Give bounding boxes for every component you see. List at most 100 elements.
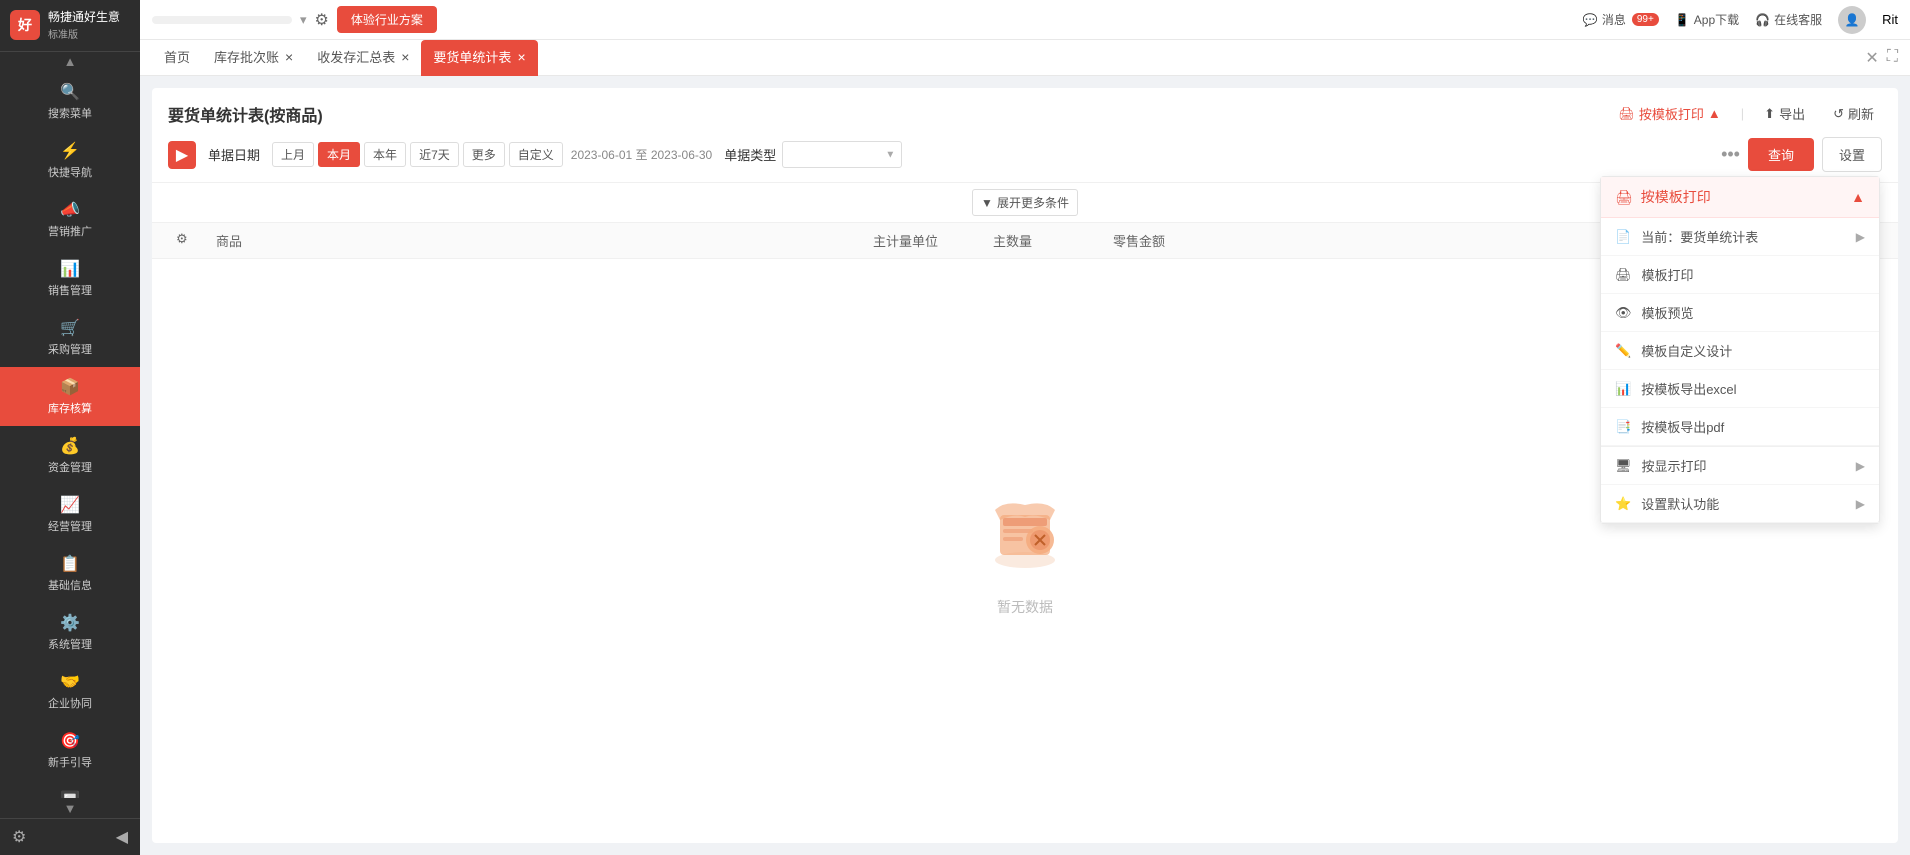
dropdown-item-set-default[interactable]: ⭐ 设置默认功能 ▶ [1601,485,1879,523]
app-logo: 好 畅捷通好生意 标准版 [0,0,140,52]
filter-right-area: ••• 查询 设置 [1721,137,1882,172]
sidebar-item-marketing[interactable]: 📣 营销推广 [0,190,140,249]
online-service-link[interactable]: 🎧 在线客服 [1755,11,1822,28]
date-btn-this-month[interactable]: 本月 [318,142,360,167]
expand-conditions-button[interactable]: ▼ 展开更多条件 [972,189,1078,216]
topbar-settings-icon[interactable]: ⚙ [315,10,329,30]
card-header-actions: 🖨 按模板打印 ▲ | ⬆ 导出 ↺ 刷新 [1610,100,1882,127]
date-btn-custom[interactable]: 自定义 [509,142,563,167]
sidebar-item-inventory[interactable]: 📦 库存核算 [0,367,140,426]
sidebar-item-sales-label: 销售管理 [48,282,92,298]
industry-solution-button[interactable]: 体验行业方案 [337,6,437,33]
apps-icon: 🔲 [60,790,80,798]
sidebar-item-search[interactable]: 🔍 搜索菜单 [0,72,140,131]
sidebar-item-system[interactable]: ⚙️ 系统管理 [0,603,140,662]
dropdown-item-display-print[interactable]: 🖥 按显示打印 ▶ [1601,447,1879,485]
topbar-search-box[interactable] [152,16,292,24]
settings-button[interactable]: 设置 [1822,137,1882,172]
online-service-label: 在线客服 [1774,11,1822,28]
tab-order-stats-close[interactable]: × [517,50,525,64]
dropdown-item-template-excel[interactable]: 📊 按模板导出excel [1601,370,1879,408]
user-avatar[interactable]: 👤 [1838,6,1866,34]
tab-right-icons: ✕ ⛶ [1865,48,1898,68]
template-pdf-icon: 📑 [1615,419,1631,435]
date-btn-this-year[interactable]: 本年 [364,142,406,167]
sidebar-toggle-icon[interactable]: ◀ [116,827,128,847]
template-preview-icon: 👁 [1615,305,1632,321]
template-custom-icon: ✏️ [1615,343,1631,359]
type-select[interactable]: ▼ [782,141,902,168]
date-filter-group: 上月 本月 本年 近7天 更多 自定义 2023-06-01 至 2023-06… [272,142,712,167]
sidebar-item-finance[interactable]: 💰 资金管理 [0,426,140,485]
user-name: Rit [1882,12,1898,27]
sidebar-item-quick-label: 快捷导航 [48,164,92,180]
system-icon: ⚙️ [60,613,80,633]
export-button[interactable]: ⬆ 导出 [1756,100,1813,127]
dropdown-close-icon[interactable]: ▲ [1851,189,1865,205]
dropdown-item-template-custom[interactable]: ✏️ 模板自定义设计 [1601,332,1879,370]
current-template-icon: 📄 [1615,229,1631,245]
date-label: 单据日期 [208,145,260,164]
refresh-button[interactable]: ↺ 刷新 [1825,100,1882,127]
filter-expand-button[interactable]: ▶ [168,141,196,169]
tab-receivable-summary-close[interactable]: × [401,50,409,64]
sidebar-item-purchase[interactable]: 🛒 采购管理 [0,308,140,367]
sidebar-item-inventory-label: 库存核算 [48,400,92,416]
tab-inventory-batch[interactable]: 库存批次账 × [202,40,305,76]
sidebar-scroll-up[interactable]: ▲ [0,52,140,72]
sidebar-item-sales[interactable]: 📊 销售管理 [0,249,140,308]
dropdown-item-template-print[interactable]: 🖨 模板打印 [1601,256,1879,294]
dropdown-current-left: 📄 当前：要货单统计表 [1615,227,1758,246]
dropdown-current-template[interactable]: 📄 当前：要货单统计表 ▶ [1601,218,1879,256]
sidebar-item-newbie[interactable]: 🎯 新手引导 [0,721,140,780]
col-product: 商品 [208,231,865,250]
sidebar-item-operations[interactable]: 📈 经营管理 [0,485,140,544]
sidebar-item-finance-label: 资金管理 [48,459,92,475]
tab-inventory-batch-close[interactable]: × [285,50,293,64]
tab-close-all-icon[interactable]: ✕ [1865,48,1878,68]
dropdown-item-template-pdf-label: 按模板导出pdf [1641,417,1724,436]
sidebar-item-operations-label: 经营管理 [48,518,92,534]
tab-order-stats[interactable]: 要货单统计表 × [421,40,537,76]
query-button[interactable]: 查询 [1748,138,1814,171]
settings-footer-icon[interactable]: ⚙ [12,827,26,847]
sidebar-scroll-down[interactable]: ▼ [0,798,140,818]
sidebar-item-purchase-label: 采购管理 [48,341,92,357]
date-btn-7days[interactable]: 近7天 [410,142,459,167]
refresh-label: 刷新 [1848,104,1874,123]
dropdown-item-template-preview[interactable]: 👁 模板预览 [1601,294,1879,332]
tab-home[interactable]: 首页 [152,40,202,76]
export-label: 导出 [1779,104,1805,123]
template-print-button[interactable]: 🖨 按模板打印 ▲ [1610,100,1728,127]
printer-icon: 🖨 [1618,106,1635,122]
filter-bar: ▶ 单据日期 上月 本月 本年 近7天 更多 自定义 2023-06-01 至 … [152,127,1898,183]
app-download-link[interactable]: 📱 App下载 [1675,11,1739,28]
sidebar-item-apps[interactable]: 🔲 应用中心 [0,780,140,798]
messages-link[interactable]: 💬 消息 99+ [1583,11,1659,28]
sidebar-item-basic[interactable]: 📋 基础信息 [0,544,140,603]
date-btn-last-month[interactable]: 上月 [272,142,314,167]
dropdown-item-template-pdf[interactable]: 📑 按模板导出pdf [1601,408,1879,446]
sidebar-item-collab[interactable]: 🤝 企业协同 [0,662,140,721]
dropdown-section-2: 🖥 按显示打印 ▶ ⭐ 设置默认功能 ▶ [1601,446,1879,523]
topbar-chevron-icon[interactable]: ▾ [300,12,307,28]
display-print-icon: 🖥 [1615,458,1632,474]
col-quantity: 主数量 [985,231,1105,250]
date-btn-more[interactable]: 更多 [463,142,505,167]
tab-receivable-summary[interactable]: 收发存汇总表 × [305,40,421,76]
expand-conditions-label: 展开更多条件 [997,194,1069,211]
template-print-label: 按模板打印 [1639,104,1704,123]
messages-label: 消息 [1602,11,1626,28]
tab-inventory-batch-label: 库存批次账 [214,47,279,66]
tab-order-stats-label: 要货单统计表 [433,47,511,66]
col-settings[interactable]: ⚙ [168,231,208,250]
sidebar-item-collab-label: 企业协同 [48,695,92,711]
tab-maximize-icon[interactable]: ⛶ [1887,48,1898,68]
sidebar: 好 畅捷通好生意 标准版 ▲ 🔍 搜索菜单 ⚡ 快捷导航 📣 营销推广 📊 销售… [0,0,140,855]
expand-chevron-icon: ▼ [981,196,993,210]
more-options-icon[interactable]: ••• [1721,144,1740,165]
search-nav-icon: 🔍 [60,82,80,102]
refresh-icon: ↺ [1833,106,1844,122]
sidebar-item-quick[interactable]: ⚡ 快捷导航 [0,131,140,190]
dropdown-item-template-print-label: 模板打印 [1642,265,1694,284]
